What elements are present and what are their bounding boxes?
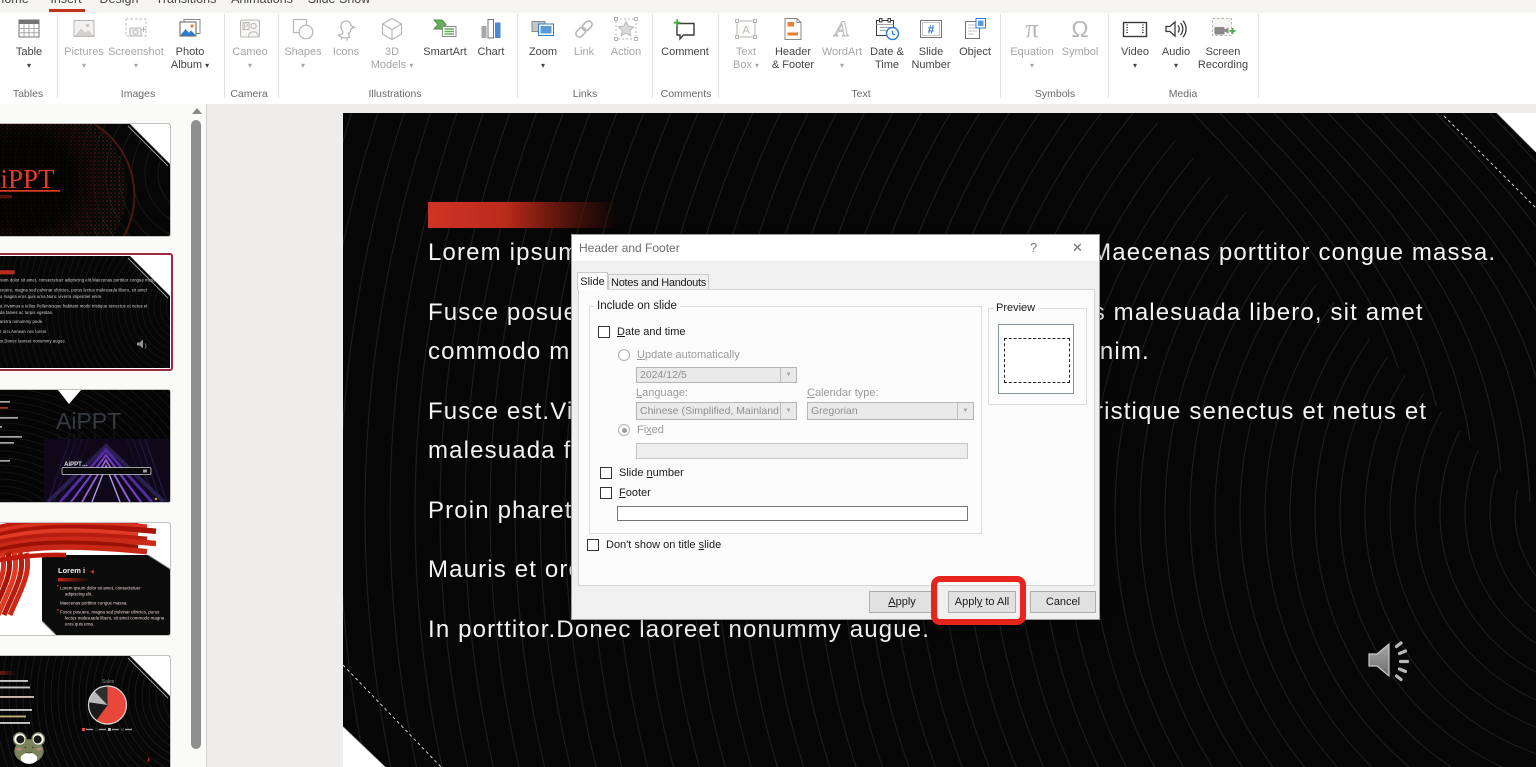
svg-text:Lorem ipsum dolor sit amet, co: Lorem ipsum dolor sit amet, consectetuer <box>60 586 141 591</box>
svg-text:adipiscing elit.: adipiscing elit. <box>65 592 93 597</box>
svg-text:Maecenas porttitor congue mass: Maecenas porttitor congue massa. <box>60 601 127 606</box>
svg-text:Sales: Sales <box>102 679 115 685</box>
svg-text:◀: ◀ <box>90 569 94 575</box>
svg-text:Lorem ipsum dolor sit amet, co: Lorem ipsum dolor sit amet, consectetuer… <box>0 278 159 283</box>
svg-text:malesuada fames ac turpis eges: malesuada fames ac turpis egestas. <box>0 310 53 315</box>
svg-text:Lorem i: Lorem i <box>58 566 85 575</box>
svg-text:P: P <box>244 24 249 31</box>
svg-text:Proin pharetra nonummy pede.: Proin pharetra nonummy pede. <box>0 319 43 324</box>
svg-text:Fusce posuere, magna sed pulvi: Fusce posuere, magna sed pulvinar ultric… <box>0 288 148 293</box>
svg-text:#: # <box>928 23 935 37</box>
svg-text:π: π <box>1025 16 1038 42</box>
svg-text:A: A <box>742 25 750 37</box>
svg-text:AiPPT: AiPPT <box>0 164 55 194</box>
svg-text:A: A <box>833 16 850 41</box>
svg-text:Fusce est.Vivamus a tellus.Pel: Fusce est.Vivamus a tellus.Pellentesque … <box>0 303 148 308</box>
svg-text:Ω: Ω <box>1071 16 1088 42</box>
svg-text:eros quis urna.: eros quis urna. <box>65 622 94 627</box>
svg-text:In porttitor.Donec laoreet non: In porttitor.Donec laoreet nonummy augue… <box>0 338 66 343</box>
svg-text:commodo magna eros quis urna.N: commodo magna eros quis urna.Nunc viverr… <box>0 294 102 299</box>
svg-text:Mauris et orci.Aenean nec lore: Mauris et orci.Aenean nec lorem. <box>0 329 48 334</box>
svg-text:Fusce posuere, magna sed pulvi: Fusce posuere, magna sed pulvinar ultric… <box>60 610 160 615</box>
svg-text:lectus malesuada libero, sit a: lectus malesuada libero, sit amet commod… <box>65 616 165 621</box>
